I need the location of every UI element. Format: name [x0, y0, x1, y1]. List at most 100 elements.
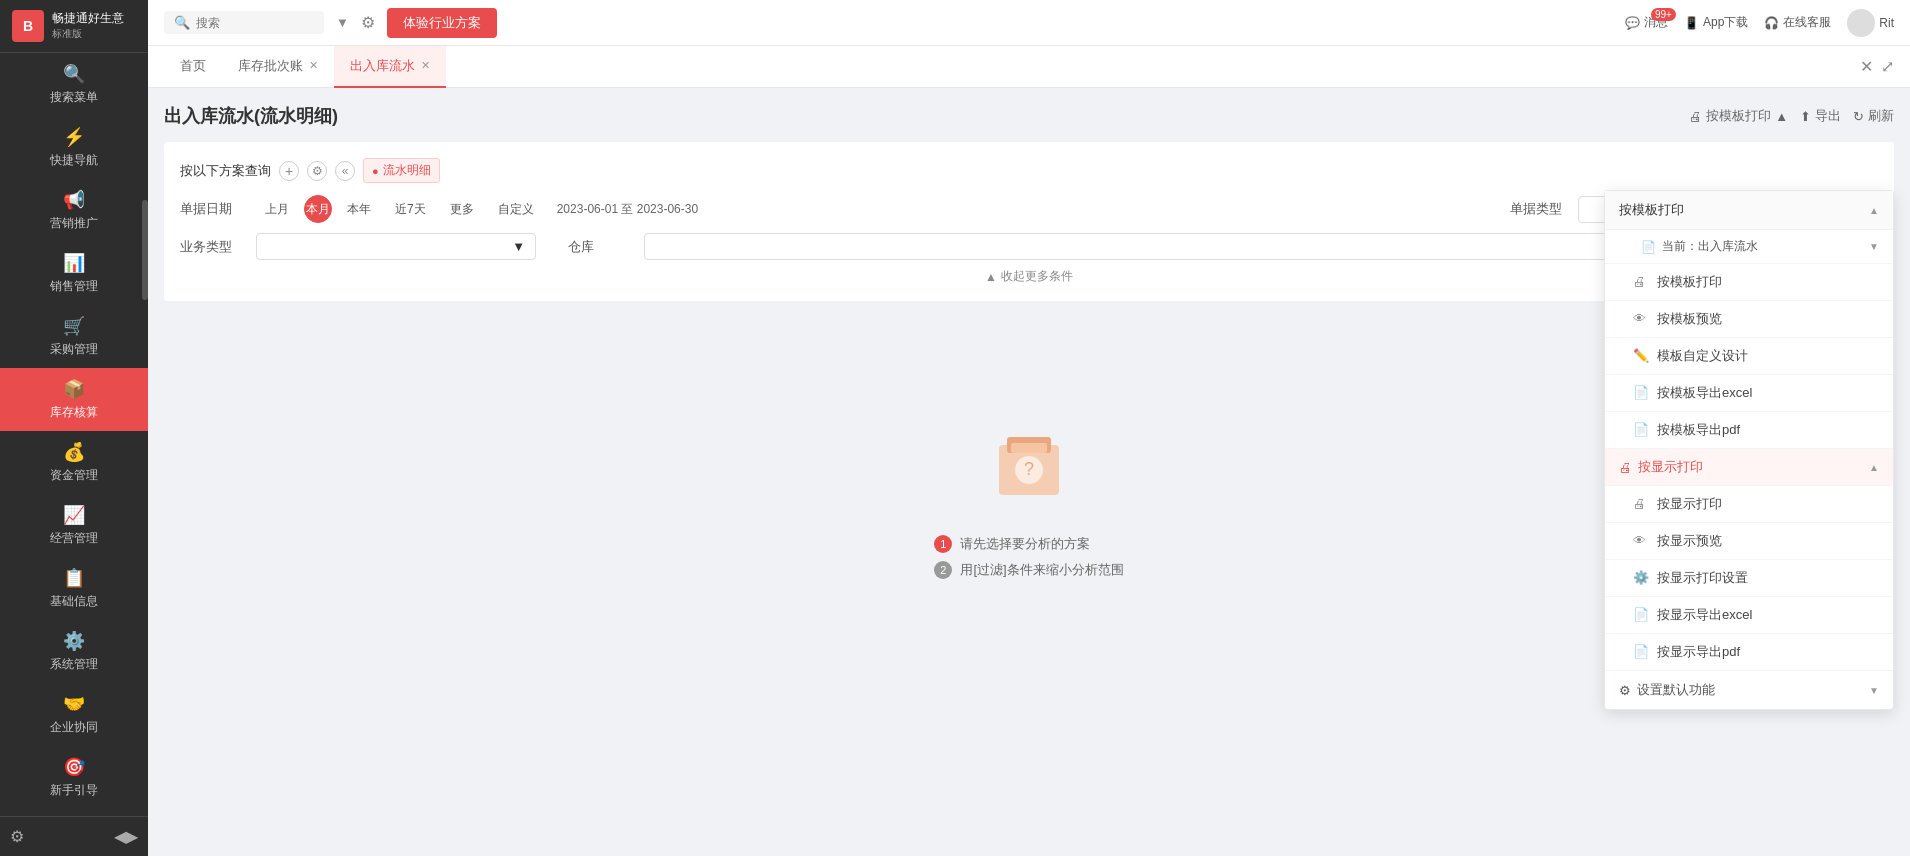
- sidebar-item-enterprise[interactable]: 🤝 企业协同: [0, 683, 148, 746]
- empty-illustration: ?: [979, 415, 1079, 515]
- sidebar-item-label: 快捷导航: [50, 152, 98, 169]
- quick-nav-icon: ⚡: [63, 126, 85, 148]
- date-7days[interactable]: 近7天: [386, 198, 435, 221]
- sidebar-item-label: 库存核算: [50, 404, 98, 421]
- doc-type-label: 单据类型: [1510, 200, 1570, 218]
- print-btn[interactable]: 🖨 按模板打印 ▲: [1689, 107, 1788, 125]
- filter-add-btn[interactable]: +: [279, 161, 299, 181]
- tab-flow[interactable]: 出入库流水 ✕: [334, 46, 446, 88]
- display-settings-label: 按显示打印设置: [1657, 569, 1748, 587]
- sidebar-nav: 🔍 搜索菜单 ⚡ 快捷导航 📢 营销推广 📊 销售管理 🛒 采购管理: [0, 53, 148, 816]
- dropdown-item-display-excel[interactable]: 📄 按显示导出excel: [1605, 597, 1893, 634]
- step1-num: 1: [934, 535, 952, 553]
- expand-window-btn[interactable]: ⤢: [1881, 57, 1894, 76]
- dropdown-item-template-preview[interactable]: 👁 按模板预览: [1605, 301, 1893, 338]
- dropdown-item-template-custom[interactable]: ✏️ 模板自定义设计: [1605, 338, 1893, 375]
- display-print-label: 按显示打印: [1657, 495, 1722, 513]
- filter-header: 按以下方案查询 + ⚙ « ● 流水明细: [180, 158, 1878, 183]
- app-download-btn[interactable]: 📱 App下载: [1684, 14, 1748, 31]
- empty-step-2: 2 用[过滤]条件来缩小分析范围: [934, 561, 1123, 579]
- tag-icon: ●: [372, 165, 379, 177]
- main-area: 🔍 ▼ ⚙ 体验行业方案 💬 消息 99+ 📱 App下载 🎧 在线客服: [148, 0, 1910, 856]
- empty-steps: 1 请先选择要分析的方案 2 用[过滤]条件来缩小分析范围: [934, 535, 1123, 579]
- online-service-btn[interactable]: 🎧 在线客服: [1764, 14, 1831, 31]
- topbar-gear-icon[interactable]: ⚙: [361, 13, 375, 32]
- sidebar-item-guide[interactable]: 🎯 新手引导: [0, 746, 148, 809]
- dropdown-item-display-preview[interactable]: 👁 按显示预览: [1605, 523, 1893, 560]
- tag-label: 流水明细: [383, 162, 431, 179]
- search-input[interactable]: [196, 16, 296, 30]
- dropdown-panel: 按模板打印 ▲ 📄 当前：出入库流水 ▼ 🖨 按模板打印: [1604, 190, 1894, 710]
- dropdown-display-section[interactable]: 🖨 按显示打印 ▲: [1605, 449, 1893, 486]
- guide-icon: 🎯: [63, 756, 85, 778]
- topbar-dropdown-icon[interactable]: ▼: [336, 15, 349, 30]
- dropdown-default-section[interactable]: ⚙ 设置默认功能 ▼: [1605, 671, 1893, 709]
- tab-flow-close[interactable]: ✕: [421, 59, 430, 72]
- search-icon: 🔍: [63, 63, 85, 85]
- sidebar-item-inventory[interactable]: 📦 库存核算: [0, 368, 148, 431]
- current-label: 当前：出入库流水: [1662, 238, 1758, 255]
- trial-btn[interactable]: 体验行业方案: [387, 8, 497, 38]
- settings-bottom-icon[interactable]: ⚙: [10, 827, 24, 846]
- tab-home[interactable]: 首页: [164, 46, 222, 88]
- sidebar-item-app-center[interactable]: 📱 应用中心: [0, 809, 148, 816]
- svg-rect-2: [1011, 443, 1047, 453]
- dropdown-item-display-settings[interactable]: ⚙️ 按显示打印设置: [1605, 560, 1893, 597]
- refresh-btn[interactable]: ↻ 刷新: [1853, 107, 1894, 125]
- type-select[interactable]: ▼: [256, 233, 536, 260]
- tab-batch-account[interactable]: 库存批次账 ✕: [222, 46, 334, 88]
- topbar-actions: 💬 消息 99+ 📱 App下载 🎧 在线客服 Rit: [1625, 9, 1894, 37]
- sidebar-item-purchase[interactable]: 🛒 采购管理: [0, 305, 148, 368]
- date-this-month[interactable]: 本月: [304, 195, 332, 223]
- collapse-icon[interactable]: ◀▶: [114, 827, 138, 846]
- filter-collapse-left-btn[interactable]: «: [335, 161, 355, 181]
- user-avatar-btn[interactable]: Rit: [1847, 9, 1894, 37]
- type-label: 业务类型: [180, 238, 240, 256]
- sidebar-item-label: 基础信息: [50, 593, 98, 610]
- sidebar-item-search[interactable]: 🔍 搜索菜单: [0, 53, 148, 116]
- dropdown-header[interactable]: 按模板打印 ▲: [1605, 191, 1893, 230]
- tab-home-label: 首页: [180, 57, 206, 75]
- dropdown-current-item[interactable]: 📄 当前：出入库流水 ▼: [1605, 230, 1893, 264]
- app-logo: B 畅捷通好生意 标准版: [0, 0, 148, 53]
- date-more[interactable]: 更多: [441, 198, 483, 221]
- export-btn[interactable]: ⬆ 导出: [1800, 107, 1841, 125]
- tab-batch-close[interactable]: ✕: [309, 59, 318, 72]
- sidebar-item-operation[interactable]: 📈 经营管理: [0, 494, 148, 557]
- purchase-icon: 🛒: [63, 315, 85, 337]
- template-print-icon: 🖨: [1633, 274, 1649, 290]
- sidebar-item-label: 销售管理: [50, 278, 98, 295]
- sidebar-item-basic-info[interactable]: 📋 基础信息: [0, 557, 148, 620]
- date-last-month[interactable]: 上月: [256, 198, 298, 221]
- sidebar-item-finance[interactable]: 💰 资金管理: [0, 431, 148, 494]
- display-pdf-icon: 📄: [1633, 644, 1649, 660]
- sidebar-item-system[interactable]: ⚙️ 系统管理: [0, 620, 148, 683]
- topbar-search-box[interactable]: 🔍: [164, 11, 324, 34]
- dropdown-item-template-excel[interactable]: 📄 按模板导出excel: [1605, 375, 1893, 412]
- sales-icon: 📊: [63, 252, 85, 274]
- template-custom-label: 模板自定义设计: [1657, 347, 1748, 365]
- dropdown-item-display-print[interactable]: 🖨 按显示打印: [1605, 486, 1893, 523]
- empty-step-1: 1 请先选择要分析的方案: [934, 535, 1123, 553]
- display-section-chevron: ▲: [1869, 462, 1879, 473]
- step2-num: 2: [934, 561, 952, 579]
- message-btn[interactable]: 💬 消息 99+: [1625, 14, 1668, 31]
- close-window-btn[interactable]: ✕: [1860, 57, 1873, 76]
- dropdown-item-template-print[interactable]: 🖨 按模板打印: [1605, 264, 1893, 301]
- dropdown-item-display-pdf[interactable]: 📄 按显示导出pdf: [1605, 634, 1893, 671]
- sidebar-item-marketing[interactable]: 📢 营销推广: [0, 179, 148, 242]
- sidebar-scrollbar[interactable]: [142, 200, 148, 300]
- tab-batch-label: 库存批次账: [238, 57, 303, 75]
- date-label: 单据日期: [180, 200, 240, 218]
- window-controls: ✕ ⤢: [1860, 57, 1894, 76]
- filter-tag[interactable]: ● 流水明细: [363, 158, 440, 183]
- dropdown-item-template-pdf[interactable]: 📄 按模板导出pdf: [1605, 412, 1893, 449]
- basic-info-icon: 📋: [63, 567, 85, 589]
- date-custom[interactable]: 自定义: [489, 198, 543, 221]
- sidebar-item-quick-nav[interactable]: ⚡ 快捷导航: [0, 116, 148, 179]
- sidebar-item-sales[interactable]: 📊 销售管理: [0, 242, 148, 305]
- date-this-year[interactable]: 本年: [338, 198, 380, 221]
- sidebar-item-label: 企业协同: [50, 719, 98, 736]
- filter-settings-btn[interactable]: ⚙: [307, 161, 327, 181]
- tab-flow-label: 出入库流水: [350, 57, 415, 75]
